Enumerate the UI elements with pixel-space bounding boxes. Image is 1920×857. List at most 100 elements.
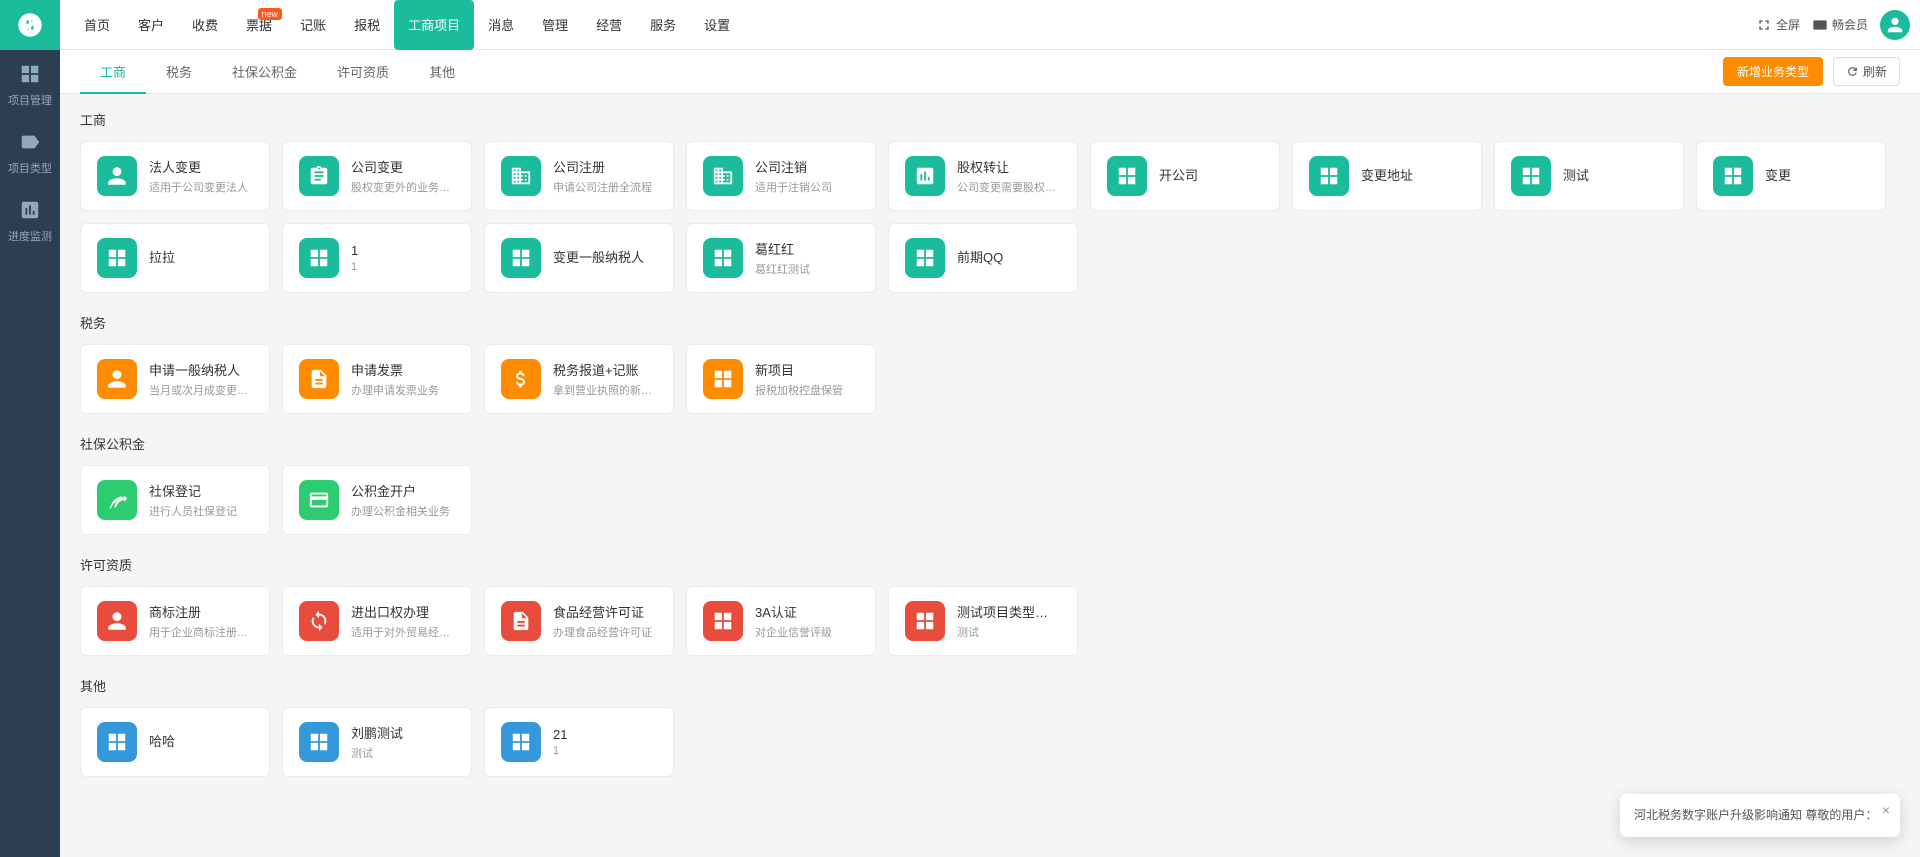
card-subtitle: 公司变更需要股权转让 bbox=[957, 179, 1061, 195]
card-subtitle: 股权变更外的业务变更 bbox=[351, 179, 455, 195]
sidebar-item-progress[interactable]: 进度监测 bbox=[0, 186, 60, 254]
card-text-test-project: 测试项目类型目定义测试 bbox=[957, 602, 1061, 640]
card-one[interactable]: 11 bbox=[282, 223, 472, 293]
content-area: 工商 税务 社保公积金 许可资质 其他 新增业务类型 刷新 工商法人变更适用于公… bbox=[60, 50, 1920, 857]
project-mgmt-icon bbox=[16, 60, 44, 88]
sidebar-logo[interactable] bbox=[0, 0, 60, 50]
tab-shebao[interactable]: 社保公积金 bbox=[212, 50, 317, 94]
card-subtitle: 适用于对外贸易经营者 bbox=[351, 624, 455, 640]
tab-other[interactable]: 其他 bbox=[409, 50, 475, 94]
card-test-project[interactable]: 测试项目类型目定义测试 bbox=[888, 586, 1078, 656]
card-text-legal-change: 法人变更适用于公司变更法人 bbox=[149, 157, 253, 195]
card-liupeng-test[interactable]: 刘鹏测试测试 bbox=[282, 707, 472, 777]
card-legal-change[interactable]: 法人变更适用于公司变更法人 bbox=[80, 141, 270, 211]
new-type-button[interactable]: 新增业务类型 bbox=[1723, 57, 1823, 86]
page-wrapper: 工商 税务 社保公积金 许可资质 其他 新增业务类型 刷新 工商法人变更适用于公… bbox=[60, 50, 1920, 857]
card-company-change[interactable]: 公司变更股权变更外的业务变更 bbox=[282, 141, 472, 211]
tab-gongshang[interactable]: 工商 bbox=[80, 50, 146, 94]
card-subtitle: 申请公司注册全流程 bbox=[553, 179, 657, 195]
card-mohonghong[interactable]: 葛红红葛红红测试 bbox=[686, 223, 876, 293]
card-text-company-register: 公司注册申请公司注册全流程 bbox=[553, 157, 657, 195]
card-icon-qianqiQQ bbox=[905, 238, 945, 278]
card-text-trademark: 商标注册用于企业商标注册服务 bbox=[149, 602, 253, 640]
card-import-export[interactable]: 进出口权办理适用于对外贸易经营者 bbox=[282, 586, 472, 656]
card-title: 3A认证 bbox=[755, 602, 859, 621]
card-title: 社保登记 bbox=[149, 481, 253, 500]
card-icon-tax-report bbox=[501, 359, 541, 399]
nav-accounting[interactable]: 记账 bbox=[286, 0, 340, 50]
tab-actions: 新增业务类型 刷新 bbox=[1723, 57, 1900, 86]
card-icon-social-register bbox=[97, 480, 137, 520]
card-icon-company-register bbox=[501, 156, 541, 196]
nav-message[interactable]: 消息 bbox=[474, 0, 528, 50]
card-haha[interactable]: 哈哈 bbox=[80, 707, 270, 777]
card-subtitle: 办理申请发票业务 bbox=[351, 382, 455, 398]
card-subtitle: 适用于公司变更法人 bbox=[149, 179, 253, 195]
vip-btn[interactable]: 畅会员 bbox=[1812, 16, 1868, 33]
card-text-haha: 哈哈 bbox=[149, 731, 253, 753]
card-icon-equity-transfer bbox=[905, 156, 945, 196]
card-icon-apply-invoice bbox=[299, 359, 339, 399]
card-subtitle: 当月或次月成变更完成 bbox=[149, 382, 253, 398]
card-new-project[interactable]: 新项目报税加税控盘保管 bbox=[686, 344, 876, 414]
sidebar: 项目管理 项目类型 进度监测 bbox=[0, 0, 60, 857]
card-tax-report[interactable]: 税务报道+记账拿到营业执照的新公司 bbox=[484, 344, 674, 414]
card-icon-fund-open bbox=[299, 480, 339, 520]
card-title: 公司注销 bbox=[755, 157, 859, 176]
card-change-taxpayer[interactable]: 变更一般纳税人 bbox=[484, 223, 674, 293]
card-subtitle: 进行人员社保登记 bbox=[149, 503, 253, 519]
card-trademark[interactable]: 商标注册用于企业商标注册服务 bbox=[80, 586, 270, 656]
card-text-twentyone: 211 bbox=[553, 727, 657, 757]
card-food-license[interactable]: 食品经营许可证办理食品经营许可证 bbox=[484, 586, 674, 656]
user-avatar[interactable] bbox=[1880, 10, 1910, 40]
tab-xuke[interactable]: 许可资质 bbox=[317, 50, 409, 94]
notification-close[interactable]: × bbox=[1882, 802, 1890, 818]
nav-billing[interactable]: 收费 bbox=[178, 0, 232, 50]
card-equity-transfer[interactable]: 股权转让公司变更需要股权转让 bbox=[888, 141, 1078, 211]
card-icon-test bbox=[1511, 156, 1551, 196]
nav-tax[interactable]: 报税 bbox=[340, 0, 394, 50]
nav-client[interactable]: 客户 bbox=[124, 0, 178, 50]
nav-operation[interactable]: 经营 bbox=[582, 0, 636, 50]
nav-bizproject[interactable]: 工商项目 bbox=[394, 0, 474, 50]
card-icon-trademark bbox=[97, 601, 137, 641]
card-subtitle: 1 bbox=[351, 261, 455, 273]
sidebar-item-project-mgmt[interactable]: 项目管理 bbox=[0, 50, 60, 118]
card-apply-taxpayer[interactable]: 申请一般纳税人当月或次月成变更完成 bbox=[80, 344, 270, 414]
card-title: 哈哈 bbox=[149, 731, 253, 750]
card-apply-invoice[interactable]: 申请发票办理申请发票业务 bbox=[282, 344, 472, 414]
card-change-address[interactable]: 变更地址 bbox=[1292, 141, 1482, 211]
nav-service[interactable]: 服务 bbox=[636, 0, 690, 50]
card-open-company[interactable]: 开公司 bbox=[1090, 141, 1280, 211]
card-title: 1 bbox=[351, 243, 455, 258]
nav-manage[interactable]: 管理 bbox=[528, 0, 582, 50]
card-text-one: 11 bbox=[351, 243, 455, 273]
card-twentyone[interactable]: 211 bbox=[484, 707, 674, 777]
card-text-company-cancel: 公司注销适用于注销公司 bbox=[755, 157, 859, 195]
card-icon-twentyone bbox=[501, 722, 541, 762]
card-fund-open[interactable]: 公积金开户办理公积金相关业务 bbox=[282, 465, 472, 535]
nav-home[interactable]: 首页 bbox=[70, 0, 124, 50]
card-icon-haha bbox=[97, 722, 137, 762]
ticket-badge: new bbox=[258, 8, 283, 20]
card-company-register[interactable]: 公司注册申请公司注册全流程 bbox=[484, 141, 674, 211]
nav-settings[interactable]: 设置 bbox=[690, 0, 744, 50]
sidebar-item-project-type[interactable]: 项目类型 bbox=[0, 118, 60, 186]
card-3a-cert[interactable]: 3A认证对企业信誉评级 bbox=[686, 586, 876, 656]
card-change[interactable]: 变更 bbox=[1696, 141, 1886, 211]
card-icon-apply-taxpayer bbox=[97, 359, 137, 399]
card-qianqiQQ[interactable]: 前期QQ bbox=[888, 223, 1078, 293]
nav-ticket[interactable]: 票据 new bbox=[232, 0, 286, 50]
card-title: 股权转让 bbox=[957, 157, 1061, 176]
card-company-cancel[interactable]: 公司注销适用于注销公司 bbox=[686, 141, 876, 211]
fullscreen-btn[interactable]: 全屏 bbox=[1756, 16, 1800, 33]
project-type-icon bbox=[16, 128, 44, 156]
tab-shuiwu[interactable]: 税务 bbox=[146, 50, 212, 94]
refresh-button[interactable]: 刷新 bbox=[1833, 57, 1900, 86]
card-social-register[interactable]: 社保登记进行人员社保登记 bbox=[80, 465, 270, 535]
card-grid-gongshang-section: 法人变更适用于公司变更法人公司变更股权变更外的业务变更 公司注册申请公司注册全流程… bbox=[80, 141, 1900, 293]
card-icon-3a-cert bbox=[703, 601, 743, 641]
card-test[interactable]: 测试 bbox=[1494, 141, 1684, 211]
card-icon-test-project bbox=[905, 601, 945, 641]
card-lala[interactable]: 拉拉 bbox=[80, 223, 270, 293]
